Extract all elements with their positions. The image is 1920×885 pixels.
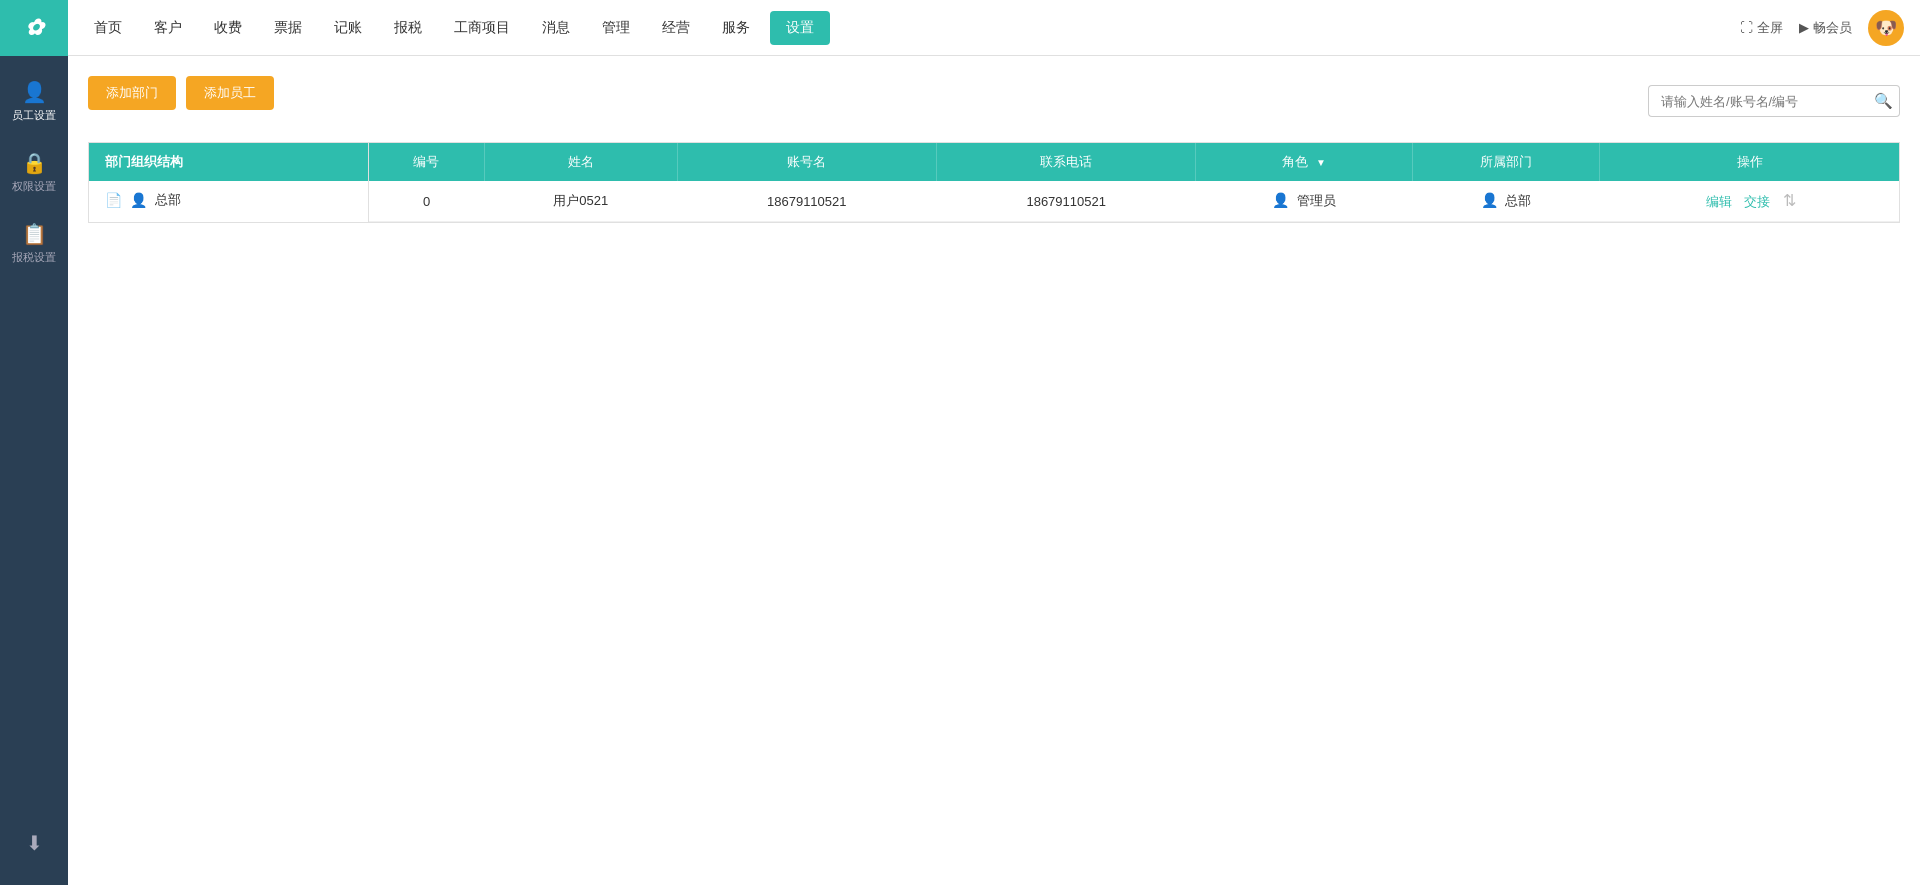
nav-right: ⛶ 全屏 ▶ 畅会员 🐶 [1740,10,1920,46]
file-icon: 📄 [105,192,122,208]
logo-icon: ✿ [25,15,43,41]
member-btn[interactable]: ▶ 畅会员 [1799,19,1852,37]
nav-business[interactable]: 工商项目 [438,0,526,55]
staff-label: 员工设置 [12,108,56,123]
staff-icon: 👤 [22,80,47,104]
search-input[interactable] [1648,85,1868,117]
nav-manage[interactable]: 管理 [586,0,646,55]
tree-panel: 部门组织结构 📄 👤 总部 [89,143,369,222]
nav-fee[interactable]: 收费 [198,0,258,55]
action-buttons: 添加部门 添加员工 [88,76,274,110]
nav-operation[interactable]: 经营 [646,0,706,55]
fullscreen-icon: ⛶ [1740,20,1753,35]
member-icon: ▶ [1799,20,1809,35]
tree-item-label: 总部 [155,191,181,209]
user-icon: 👤 [130,192,147,208]
nav-items: 首页 客户 收费 票据 记账 报税 工商项目 消息 管理 经营 服务 设置 [68,0,1740,55]
sidebar-download-btn[interactable]: ⬇ [0,817,68,869]
nav-accounting[interactable]: 记账 [318,0,378,55]
col-id: 编号 [369,143,484,181]
member-label: 畅会员 [1813,19,1852,37]
edit-link[interactable]: 编辑 [1706,194,1732,209]
nav-message[interactable]: 消息 [526,0,586,55]
col-actions: 操作 [1600,143,1899,181]
tax-settings-icon: 📋 [22,222,47,246]
cell-id: 0 [369,181,484,222]
search-area: 🔍 [1648,85,1900,117]
search-button[interactable]: 🔍 [1868,85,1900,117]
cell-name: 用户0521 [484,181,677,222]
nav-invoice[interactable]: 票据 [258,0,318,55]
top-content-row: 添加部门 添加员工 🔍 [88,76,1900,126]
table-header-row: 编号 姓名 账号名 联系电话 角色 ▼ 所属部门 操作 [369,143,1899,181]
download-icon: ⬇ [26,831,43,855]
cell-role: 👤 管理员 [1196,181,1412,222]
cell-account: 18679110521 [677,181,936,222]
role-user-icon: 👤 [1272,192,1289,208]
table-row: 0 用户0521 18679110521 18679110521 👤 管理员 👤… [369,181,1899,222]
col-name: 姓名 [484,143,677,181]
fullscreen-label: 全屏 [1757,19,1783,37]
cell-dept: 👤 总部 [1412,181,1599,222]
cell-actions: 编辑 交接 ⇅ [1600,181,1899,222]
nav-home[interactable]: 首页 [78,0,138,55]
nav-customer[interactable]: 客户 [138,0,198,55]
staff-table: 编号 姓名 账号名 联系电话 角色 ▼ 所属部门 操作 [369,143,1899,222]
transfer-link[interactable]: 交接 [1744,194,1770,209]
main-content: 部门组织结构 📄 👤 总部 编号 姓名 账号名 联系电话 [88,142,1900,223]
add-staff-button[interactable]: 添加员工 [186,76,274,110]
top-navigation: ✿ 首页 客户 收费 票据 记账 报税 工商项目 消息 管理 经营 服务 设置 … [0,0,1920,56]
col-dept: 所属部门 [1412,143,1599,181]
tree-header: 部门组织结构 [89,143,368,181]
user-avatar[interactable]: 🐶 [1868,10,1904,46]
tree-item-headquarters[interactable]: 📄 👤 总部 [89,181,368,219]
col-account: 账号名 [677,143,936,181]
sidebar-item-staff[interactable]: 👤 员工设置 [0,66,68,137]
role-sort-icon[interactable]: ▼ [1316,157,1326,168]
logo: ✿ [0,0,68,56]
nav-settings[interactable]: 设置 [770,11,830,45]
search-icon: 🔍 [1874,92,1893,110]
sidebar-item-permissions[interactable]: 🔒 权限设置 [0,137,68,208]
cell-phone: 18679110521 [936,181,1195,222]
nav-tax[interactable]: 报税 [378,0,438,55]
tax-settings-label: 报税设置 [12,250,56,265]
fullscreen-btn[interactable]: ⛶ 全屏 [1740,19,1783,37]
col-phone: 联系电话 [936,143,1195,181]
row-arrows[interactable]: ⇅ [1783,192,1796,209]
col-role: 角色 ▼ [1196,143,1412,181]
main-layout: 👤 员工设置 🔒 权限设置 📋 报税设置 ⬇ 添加部门 添加员工 🔍 [0,56,1920,885]
permissions-icon: 🔒 [22,151,47,175]
content-area: 添加部门 添加员工 🔍 部门组织结构 📄 👤 总部 [68,56,1920,885]
table-panel: 编号 姓名 账号名 联系电话 角色 ▼ 所属部门 操作 [369,143,1899,222]
add-dept-button[interactable]: 添加部门 [88,76,176,110]
sidebar-item-tax-settings[interactable]: 📋 报税设置 [0,208,68,279]
dept-user-icon: 👤 [1481,192,1498,208]
sidebar: 👤 员工设置 🔒 权限设置 📋 报税设置 ⬇ [0,56,68,885]
permissions-label: 权限设置 [12,179,56,194]
nav-service[interactable]: 服务 [706,0,766,55]
